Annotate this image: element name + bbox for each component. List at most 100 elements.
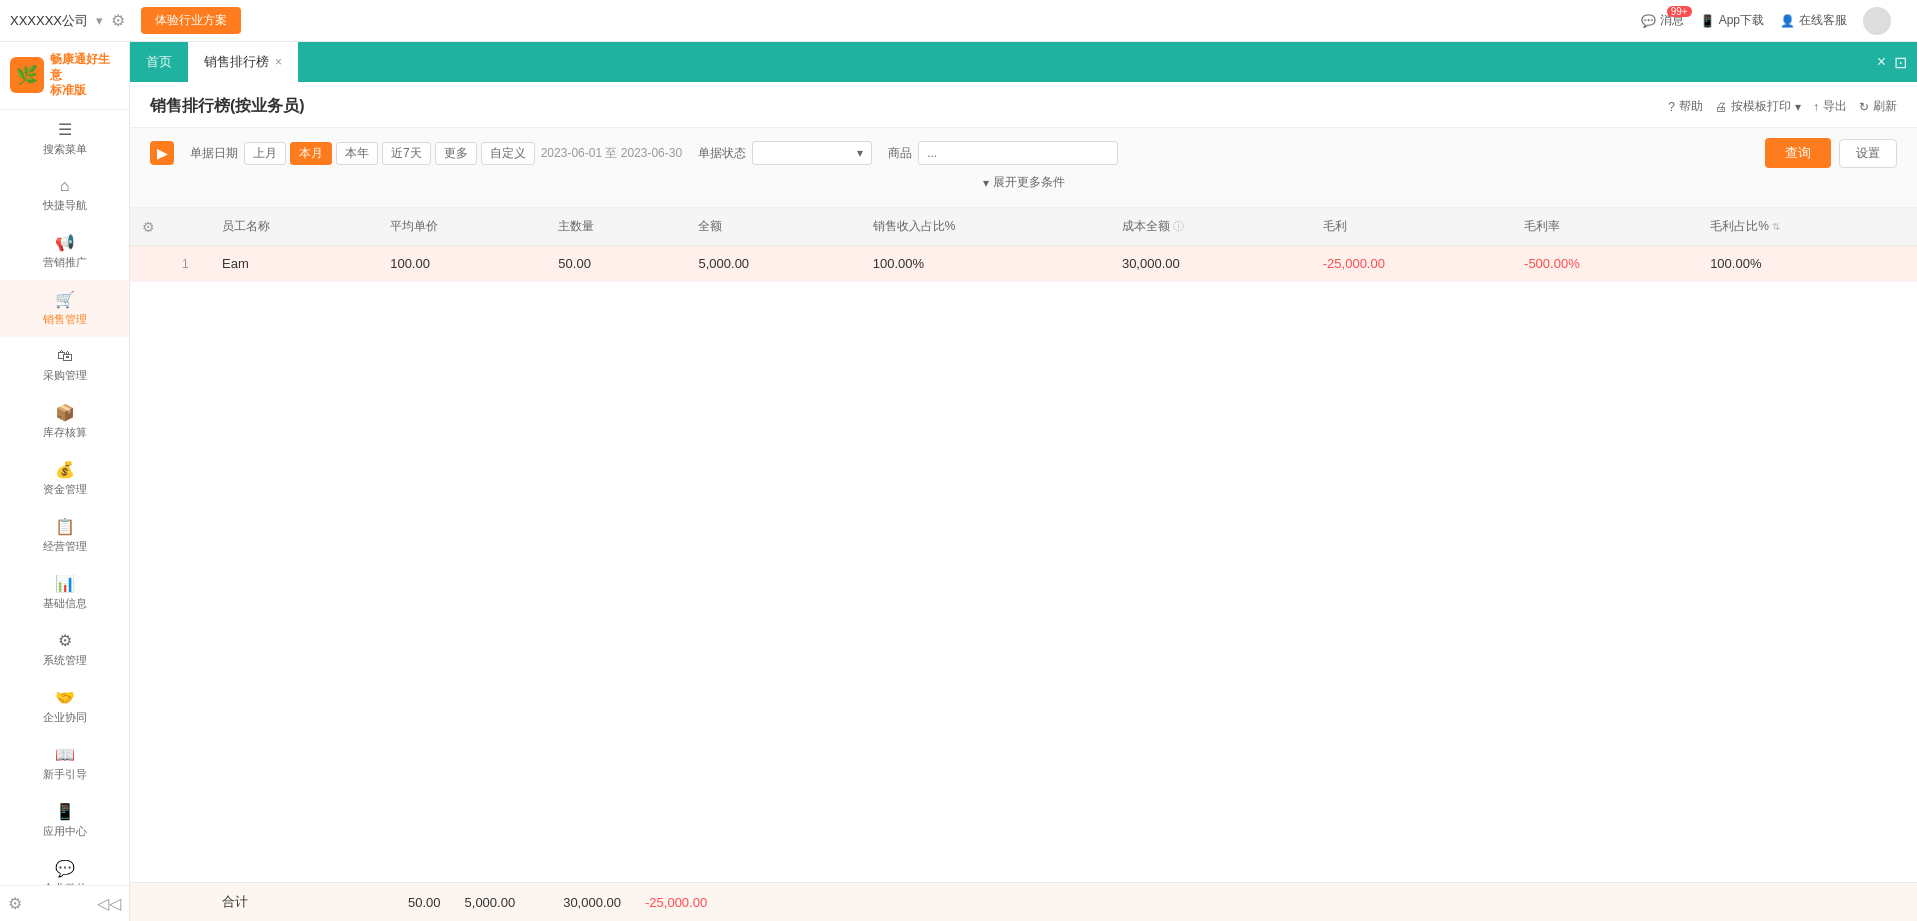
col-rank [170,208,210,246]
system-icon: ⚙ [58,631,72,650]
tab-maximize-icon[interactable]: ⊡ [1894,53,1907,72]
footer-sales-pct [527,895,551,910]
status-select[interactable]: ▾ [752,141,872,165]
col-gross-pct: 毛利占比% ⇅ [1698,208,1917,246]
col-amount: 全额 [686,208,860,246]
search-menu-label: 搜索菜单 [43,142,87,157]
table-row: 1 Eam 100.00 50.00 [130,246,1917,282]
gross-pct-sort-icon[interactable]: ⇅ [1772,221,1780,232]
this-month-button[interactable]: 本月 [290,142,332,165]
more-date-button[interactable]: 更多 [435,142,477,165]
sidebar-item-app-center[interactable]: 📱 应用中心 [0,792,129,849]
company-dropdown-icon[interactable]: ▾ [96,13,103,28]
col-quantity: 主数量 [546,208,686,246]
logo-icon: 🌿 [10,57,44,93]
print-button[interactable]: 🖨 按模板打印 ▾ [1715,98,1801,115]
inventory-label: 库存核算 [43,425,87,440]
trial-button[interactable]: 体验行业方案 [141,7,241,34]
sidebar-item-quick-nav[interactable]: ⌂ 快捷导航 [0,167,129,223]
print-icon: 🖨 [1715,100,1727,114]
sidebar-item-wechat[interactable]: 💬 企业微信 [0,849,129,885]
avatar[interactable] [1863,7,1891,35]
footer-cells: 50.00 5,000.00 30,000.00 -25,000.00 [372,895,1905,910]
online-service-label: 在线客服 [1799,12,1847,29]
export-button[interactable]: ↑ 导出 [1813,98,1847,115]
sidebar-item-sales[interactable]: 🛒 销售管理 [0,280,129,337]
page-header: 销售排行榜(按业务员) ? 帮助 🖨 按模板打印 ▾ ↑ [130,82,1917,128]
help-button[interactable]: ? 帮助 [1668,98,1703,115]
footer-label: 合计 [142,893,372,911]
basic-info-label: 基础信息 [43,596,87,611]
top-bar: XXXXXX公司 ▾ ⚙ 体验行业方案 💬 消息 99+ 📱 App下载 👤 在… [0,0,1917,42]
col-avg-price: 平均单价 [378,208,546,246]
guide-icon: 📖 [55,745,75,764]
footer-amount: 5,000.00 [453,895,528,910]
finance-icon: 💰 [55,460,75,479]
footer-avg-price [372,895,396,910]
query-button[interactable]: 查询 [1765,138,1831,168]
refresh-button[interactable]: ↻ 刷新 [1859,98,1897,115]
operation-icon: 📋 [55,517,75,536]
tab-home[interactable]: 首页 [130,42,188,82]
finance-label: 资金管理 [43,482,87,497]
sidebar-logo: 🌿 畅康通好生意 标准版 [0,42,129,110]
search-menu-icon: ☰ [58,120,72,139]
goods-more-icon: ... [927,146,937,160]
col-sales-pct: 销售收入占比% [861,208,1110,246]
tab-sales-ranking[interactable]: 销售排行榜 × [188,42,298,82]
this-year-button[interactable]: 本年 [336,142,378,165]
sidebar-item-marketing[interactable]: 📢 营销推广 [0,223,129,280]
print-dropdown-icon[interactable]: ▾ [1795,100,1801,114]
sidebar-item-basic-info[interactable]: 📊 基础信息 [0,564,129,621]
tab-close-icon[interactable]: × [275,55,282,69]
message-badge: 99+ [1667,6,1692,17]
status-select-chevron: ▾ [857,146,863,160]
cost-info-icon[interactable]: ⓘ [1173,219,1184,234]
quick-nav-label: 快捷导航 [43,198,87,213]
sidebar-item-enterprise[interactable]: 🤝 企业协同 [0,678,129,735]
filter-row: ▶ 单据日期 上月 本月 本年 近7天 更多 自定义 2023- [150,138,1897,168]
last7-button[interactable]: 近7天 [382,142,431,165]
page-title: 销售排行榜(按业务员) [150,96,305,117]
tab-bar: 首页 销售排行榜 × × ⊡ [130,42,1917,82]
online-service-area[interactable]: 👤 在线客服 [1780,12,1847,29]
sidebar-collapse-icon[interactable]: ◁◁ [97,894,121,913]
expand-conditions-button[interactable]: ▾ 展开更多条件 [983,174,1065,191]
basic-info-icon: 📊 [55,574,75,593]
col-settings[interactable]: ⚙ [130,208,170,246]
expand-label: 展开更多条件 [993,174,1065,191]
sales-ranking-table: ⚙ 员工名称 平均单价 主数量 [130,208,1917,282]
filter-expand-button[interactable]: ▶ [150,141,174,165]
sidebar-item-finance[interactable]: 💰 资金管理 [0,450,129,507]
goods-filter-item: 商品 ... [888,141,1118,165]
topbar-settings-icon[interactable]: ⚙ [111,11,125,30]
sales-icon: 🛒 [55,290,75,309]
wechat-icon: 💬 [55,859,75,878]
sidebar-item-search-menu[interactable]: ☰ 搜索菜单 [0,110,129,167]
sidebar-bottom: ⚙ ◁◁ [0,885,129,921]
row-avg-price-cell: 100.00 [378,246,546,282]
help-icon: ? [1668,100,1675,114]
sidebar-item-inventory[interactable]: 📦 库存核算 [0,393,129,450]
settings-button[interactable]: 设置 [1839,139,1897,168]
last-month-button[interactable]: 上月 [244,142,286,165]
message-icon-area[interactable]: 💬 消息 99+ [1641,12,1684,29]
sidebar-item-purchase[interactable]: 🛍 采购管理 [0,337,129,393]
table-settings-icon[interactable]: ⚙ [142,219,155,235]
sidebar-item-guide[interactable]: 📖 新手引导 [0,735,129,792]
footer-gross: -25,000.00 [633,895,719,910]
col-cost: 成本全额 ⓘ [1110,208,1311,246]
purchase-label: 采购管理 [43,368,87,383]
status-filter-label: 单据状态 [698,145,746,162]
sidebar-settings-icon[interactable]: ⚙ [8,894,22,913]
row-quantity-cell: 50.00 [546,246,686,282]
sidebar-item-operation[interactable]: 📋 经营管理 [0,507,129,564]
tab-close-all-icon[interactable]: × [1877,53,1886,71]
app-download-area[interactable]: 📱 App下载 [1700,12,1764,29]
company-name: XXXXXX公司 [10,12,88,30]
footer-quantity: 50.00 [396,895,453,910]
custom-date-button[interactable]: 自定义 [481,142,535,165]
row-gross-cell: -25,000.00 [1311,246,1512,282]
sidebar-item-system[interactable]: ⚙ 系统管理 [0,621,129,678]
goods-input[interactable]: ... [918,141,1118,165]
